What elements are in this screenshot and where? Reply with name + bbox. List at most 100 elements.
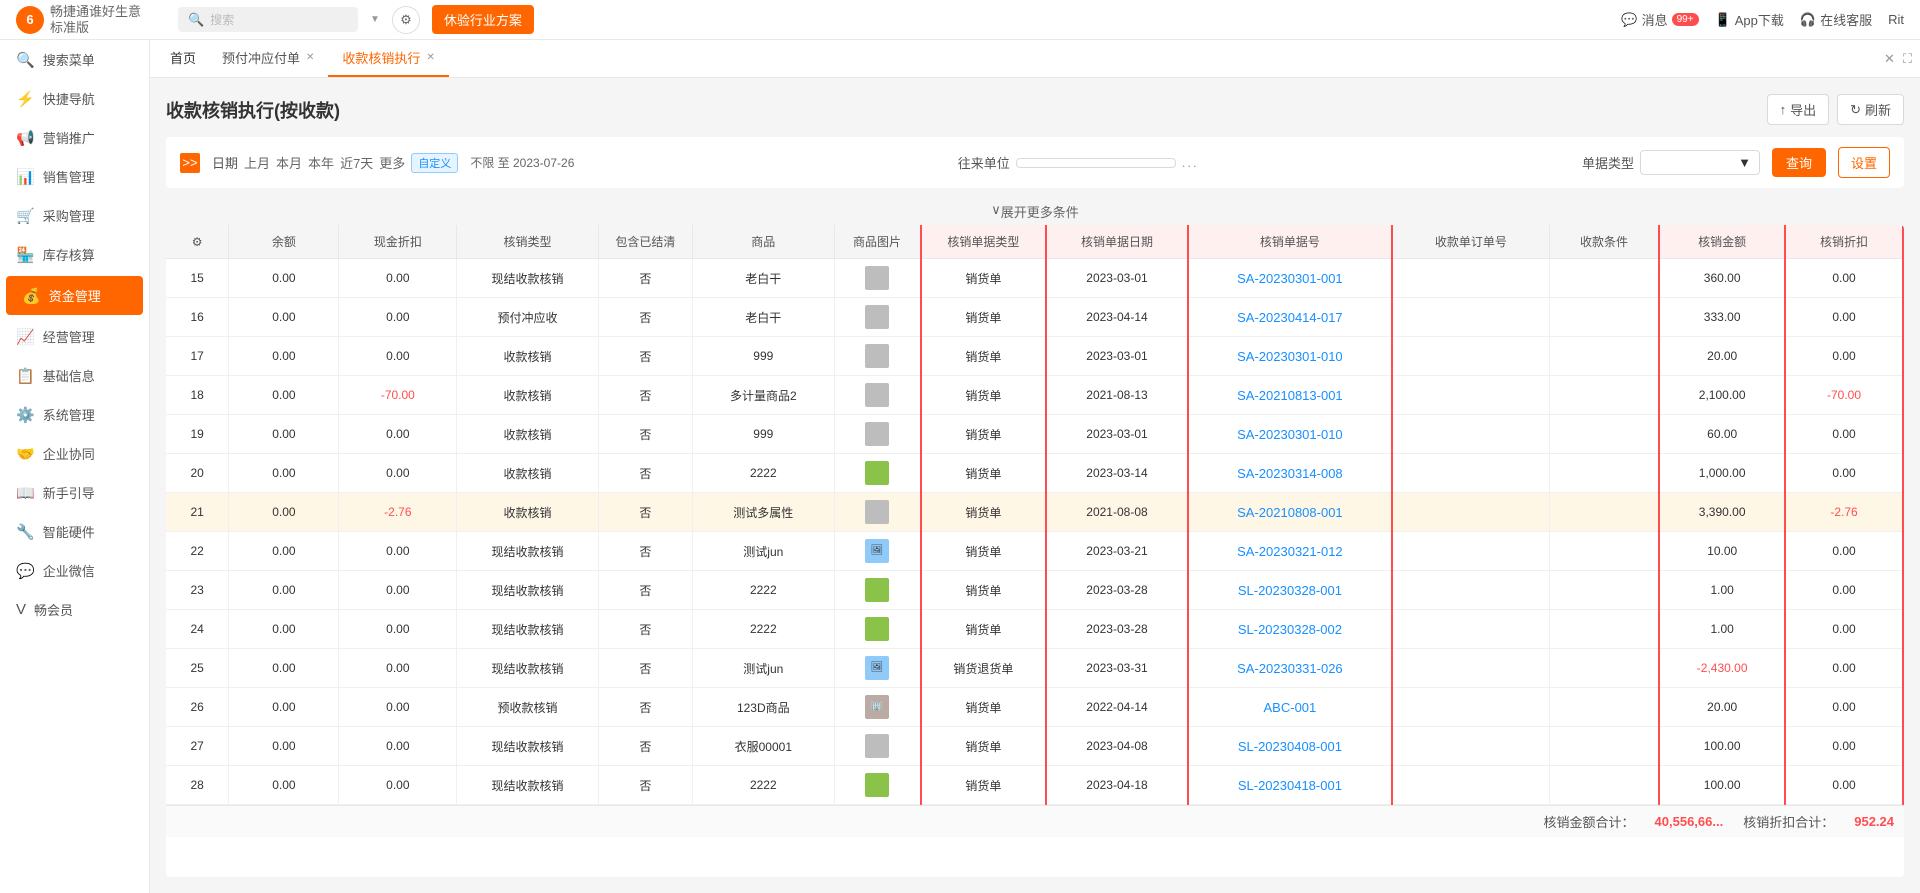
cell-closed: 否 <box>598 298 692 337</box>
content-area: 首页 预付冲应付单 ✕ 收款核销执行 ✕ ✕ ⛶ 收款核销执行(按收款) <box>150 40 1920 893</box>
settings-btn[interactable]: 设置 <box>1838 147 1890 178</box>
cell-amount: 3,390.00 <box>1659 493 1785 532</box>
partner-dots: ... <box>1182 155 1199 170</box>
doc-no-link[interactable]: SA-20230321-012 <box>1237 544 1343 559</box>
tab-close-window[interactable]: ✕ <box>1884 51 1895 67</box>
sidebar-item-purchase[interactable]: 🛒 采购管理 <box>0 196 149 235</box>
cell-doc-type: 销货单 <box>921 688 1047 727</box>
doc-no-link[interactable]: SA-20230314-008 <box>1237 466 1343 481</box>
cell-condition <box>1549 259 1659 298</box>
cell-doc-type: 销货单 <box>921 454 1047 493</box>
top-search-box[interactable]: 🔍 搜索 <box>178 7 358 32</box>
footer-writeoff-label: 核销折扣合计： <box>1743 812 1834 831</box>
cell-discount: 0.00 <box>339 532 457 571</box>
top-right-actions: 💬 消息 99+ 📱 App下载 🎧 在线客服 Rit <box>1621 10 1904 29</box>
doc-no-link[interactable]: SA-20230301-010 <box>1237 427 1343 442</box>
cell-type: 预收款核销 <box>457 688 598 727</box>
query-btn[interactable]: 查询 <box>1772 148 1826 177</box>
date-this-year[interactable]: 本年 <box>308 153 334 172</box>
tab-receipt-close[interactable]: ✕ <box>426 52 434 63</box>
sidebar-item-quicknav[interactable]: ⚡ 快捷导航 <box>0 79 149 118</box>
cell-closed: 否 <box>598 415 692 454</box>
sidebar-item-system[interactable]: ⚙️ 系统管理 <box>0 395 149 434</box>
doc-no-link[interactable]: SA-20230331-026 <box>1237 661 1343 676</box>
headset-icon: 🎧 <box>1800 12 1816 28</box>
cell-doc-type: 销货单 <box>921 571 1047 610</box>
industry-btn[interactable]: 休验行业方案 <box>432 5 534 34</box>
partner-input[interactable] <box>1016 158 1176 168</box>
cell-order-no <box>1392 376 1549 415</box>
refresh-btn[interactable]: ↻ 刷新 <box>1837 94 1904 125</box>
collapse-btn[interactable]: >> <box>180 153 200 173</box>
doc-no-link[interactable]: SL-20230408-001 <box>1238 739 1342 754</box>
tab-prepay[interactable]: 预付冲应付单 ✕ <box>208 40 328 77</box>
cell-type: 预付冲应收 <box>457 298 598 337</box>
sidebar-item-wechat[interactable]: 💬 企业微信 <box>0 551 149 590</box>
cell-condition <box>1549 493 1659 532</box>
cell-condition <box>1549 337 1659 376</box>
doc-no-link[interactable]: SA-20230414-017 <box>1237 310 1343 325</box>
sidebar-item-inventory[interactable]: 🏪 库存核算 <box>0 235 149 274</box>
table-container[interactable]: ⚙ 余额 现金折扣 核销类型 包含已结清 商品 商品图片 核销单据类型 核销单据… <box>166 225 1904 877</box>
doc-no-link[interactable]: SA-20230301-001 <box>1237 271 1343 286</box>
search-icon: 🔍 <box>188 12 204 28</box>
sidebar-item-search[interactable]: 🔍 搜索菜单 <box>0 40 149 79</box>
date-last-month[interactable]: 上月 <box>244 153 270 172</box>
cell-img: 🖼 <box>834 532 920 571</box>
select-arrow: ▼ <box>1738 155 1751 170</box>
tab-home[interactable]: 首页 <box>158 40 208 77</box>
doc-no-link[interactable]: SA-20210808-001 <box>1237 505 1343 520</box>
export-btn[interactable]: ↑ 导出 <box>1767 94 1830 125</box>
doc-type-select[interactable]: ▼ <box>1640 150 1760 175</box>
settings-icon-btn[interactable]: ⚙ <box>392 6 420 34</box>
sidebar-item-finance[interactable]: 💰 资金管理 <box>6 276 143 315</box>
app-download-btn[interactable]: 📱 App下载 <box>1715 10 1784 29</box>
tab-receipt[interactable]: 收款核销执行 ✕ <box>328 40 448 77</box>
cell-date: 2023-03-01 <box>1046 415 1187 454</box>
cell-order-no <box>1392 571 1549 610</box>
date-more[interactable]: 更多 <box>379 153 405 172</box>
management-icon: 📈 <box>16 328 35 346</box>
sidebar-item-newuser[interactable]: 📖 新手引导 <box>0 473 149 512</box>
date-7days[interactable]: 近7天 <box>340 153 373 172</box>
cell-doc-type: 销货单 <box>921 415 1047 454</box>
cell-type: 收款核销 <box>457 493 598 532</box>
cell-write-off: -70.00 <box>1785 376 1903 415</box>
expand-row[interactable]: ∨ 展开更多条件 <box>166 198 1904 225</box>
doc-no-link[interactable]: SL-20230328-002 <box>1238 622 1342 637</box>
sidebar-item-sales[interactable]: 📊 销售管理 <box>0 157 149 196</box>
sidebar-item-marketing[interactable]: 📢 营销推广 <box>0 118 149 157</box>
tab-fullscreen[interactable]: ⛶ <box>1903 51 1912 67</box>
tab-bar-controls: ✕ ⛶ <box>1884 51 1912 67</box>
sidebar-item-basic-info[interactable]: 📋 基础信息 <box>0 356 149 395</box>
doc-no-link[interactable]: ABC-001 <box>1264 700 1317 715</box>
user-name[interactable]: Rit <box>1888 12 1904 27</box>
custom-badge[interactable]: 自定义 <box>411 153 458 173</box>
cell-type: 收款核销 <box>457 337 598 376</box>
col-header-discount: 现金折扣 <box>339 225 457 259</box>
messages-btn[interactable]: 💬 消息 99+ <box>1621 10 1698 29</box>
sidebar-item-hardware[interactable]: 🔧 智能硬件 <box>0 512 149 551</box>
cell-closed: 否 <box>598 532 692 571</box>
sidebar-item-collab[interactable]: 🤝 企业协同 <box>0 434 149 473</box>
col-header-amount: 核销金额 <box>1659 225 1785 259</box>
cell-amount: 1.00 <box>1659 610 1785 649</box>
doc-no-link[interactable]: SA-20230301-010 <box>1237 349 1343 364</box>
doc-no-link[interactable]: SL-20230418-001 <box>1238 778 1342 793</box>
cell-no: 21 <box>166 493 229 532</box>
cell-goods: 老白干 <box>693 298 834 337</box>
doc-no-link[interactable]: SA-20210813-001 <box>1237 388 1343 403</box>
cell-condition <box>1549 688 1659 727</box>
date-this-month[interactable]: 本月 <box>276 153 302 172</box>
sidebar-item-vip[interactable]: V 畅会员 <box>0 590 149 629</box>
cell-date: 2023-04-08 <box>1046 727 1187 766</box>
cell-amount: 100.00 <box>1659 766 1785 805</box>
doc-no-link[interactable]: SL-20230328-001 <box>1238 583 1342 598</box>
search-dropdown-arrow[interactable]: ▼ <box>370 14 380 25</box>
cell-order-no <box>1392 259 1549 298</box>
col-header-doc-type: 核销单据类型 <box>921 225 1047 259</box>
tab-prepay-close[interactable]: ✕ <box>306 52 314 63</box>
online-service-btn[interactable]: 🎧 在线客服 <box>1800 10 1872 29</box>
tab-bar: 首页 预付冲应付单 ✕ 收款核销执行 ✕ ✕ ⛶ <box>150 40 1920 78</box>
sidebar-item-management[interactable]: 📈 经营管理 <box>0 317 149 356</box>
